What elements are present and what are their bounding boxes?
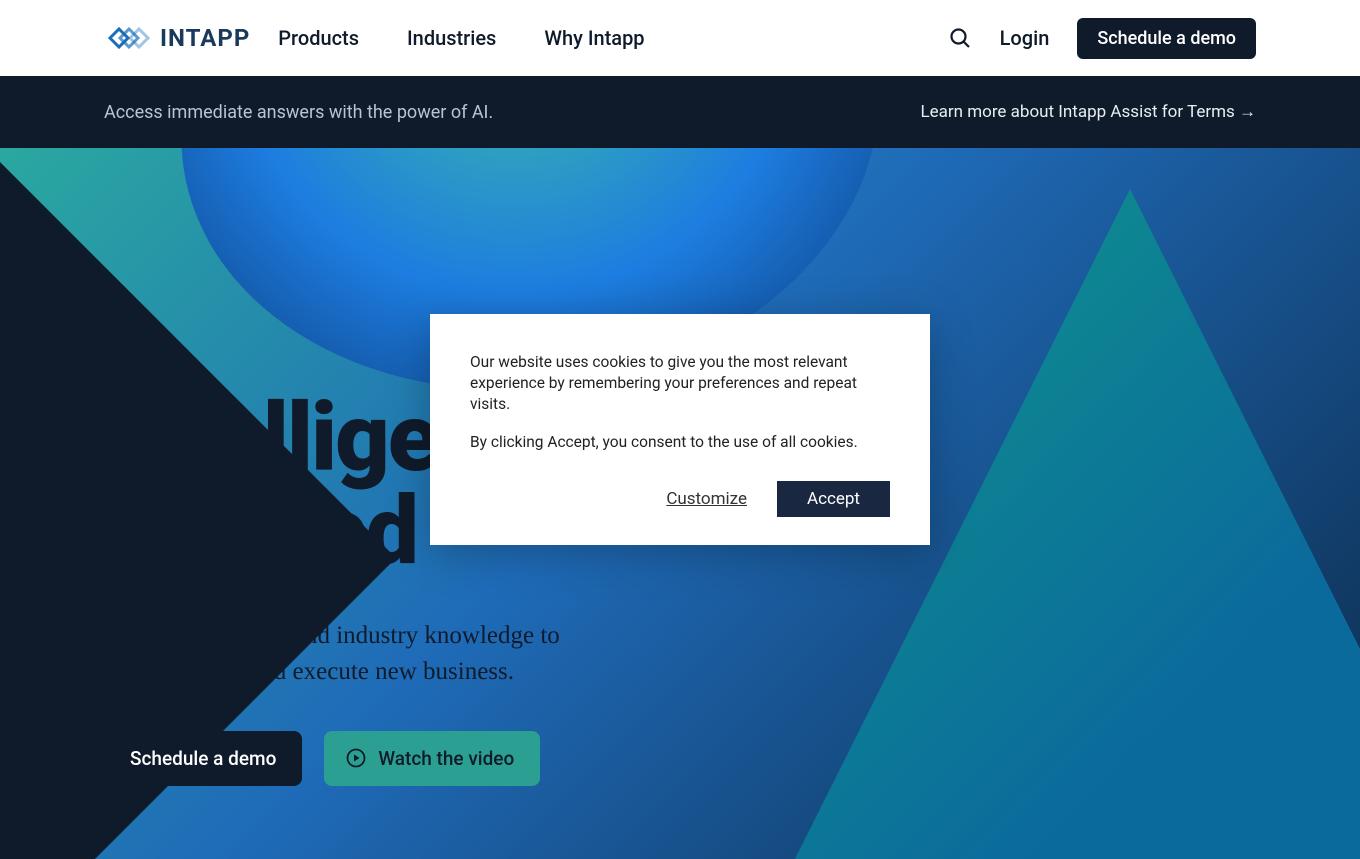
customize-button[interactable]: Customize bbox=[666, 489, 747, 509]
cookie-modal-actions: Customize Accept bbox=[470, 481, 890, 517]
cookie-text-1: Our website uses cookies to give you the… bbox=[470, 352, 890, 415]
cookie-modal: Our website uses cookies to give you the… bbox=[430, 314, 930, 546]
accept-button[interactable]: Accept bbox=[777, 481, 890, 517]
cookie-overlay: Our website uses cookies to give you the… bbox=[0, 0, 1360, 859]
cookie-text-2: By clicking Accept, you consent to the u… bbox=[470, 432, 890, 453]
